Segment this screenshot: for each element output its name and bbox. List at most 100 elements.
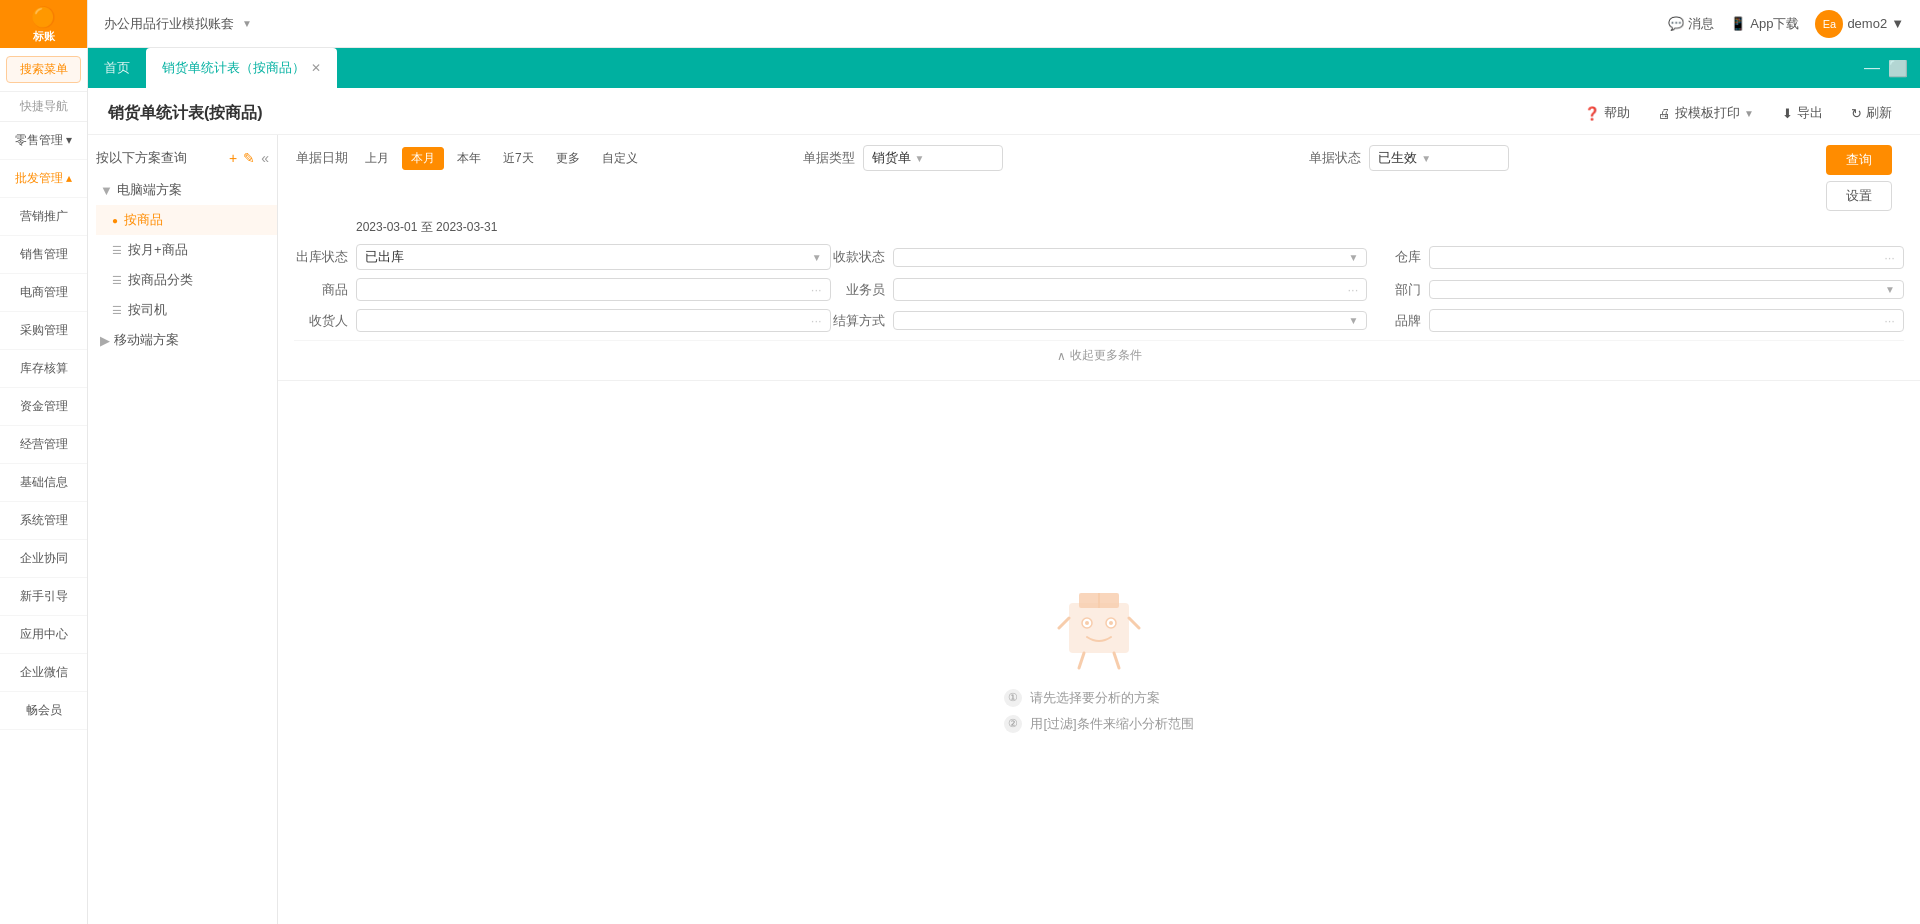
logo-icon: 🟠 [31,5,56,29]
receiver-dots: ··· [811,313,822,328]
window-maximize-button[interactable]: ⬜ [1888,59,1908,78]
action-buttons: 查询 设置 [1814,145,1904,211]
sidebar-item-sales[interactable]: 销售管理 [0,236,87,274]
receipt-status-select[interactable]: ▼ [893,248,1368,267]
search-menu-button[interactable]: 搜索菜单 [6,56,81,83]
out-status-select[interactable]: 已出库 ▼ [356,244,831,270]
doc-type-dropdown-icon: ▼ [915,153,925,164]
user-name: demo2 [1847,16,1887,31]
refresh-label: 刷新 [1866,104,1892,122]
sidebar-item-retail[interactable]: 零售管理 ▾ [0,122,87,160]
warehouse-select[interactable]: ··· [1429,246,1904,269]
add-scheme-button[interactable]: + [229,150,237,166]
scheme-label: 按司机 [128,301,167,319]
collapse-conditions-button[interactable]: ∧ 收起更多条件 [294,340,1904,370]
scheme-by-product-cat[interactable]: ☰ 按商品分类 [96,265,277,295]
date-tab-last-month[interactable]: 上月 [356,147,398,170]
brand-label: 品牌 [1367,312,1429,330]
window-minimize-button[interactable]: — [1864,59,1880,77]
sidebar-item-system[interactable]: 系统管理 [0,502,87,540]
sidebar-item-member[interactable]: 畅会员 [0,692,87,730]
scheme-by-product[interactable]: ● 按商品 [96,205,277,235]
message-label: 消息 [1688,15,1714,33]
sidebar-item-wholesale[interactable]: 批发管理 ▴ [0,160,87,198]
payment-select[interactable]: ▼ [893,311,1368,330]
row3: 商品 ··· 业务员 ··· [294,278,1904,301]
sidebar-item-finance[interactable]: 资金管理 [0,388,87,426]
tip1-text: 请先选择要分析的方案 [1030,689,1160,707]
sidebar-item-inventory[interactable]: 库存核算 [0,350,87,388]
sidebar-item-basic[interactable]: 基础信息 [0,464,87,502]
product-select[interactable]: ··· [356,278,831,301]
scheme-label: 按商品分类 [128,271,193,289]
refresh-button[interactable]: ↻ 刷新 [1843,100,1900,126]
salesperson-select[interactable]: ··· [893,278,1368,301]
print-button[interactable]: 🖨 按模板打印 ▼ [1650,100,1762,126]
query-button[interactable]: 查询 [1826,145,1892,175]
page-actions: ❓ 帮助 🖨 按模板打印 ▼ ⬇ 导出 ↻ 刷新 [1576,100,1900,126]
sidebar-item-appcenter[interactable]: 应用中心 [0,616,87,654]
empty-tip-1: ① 请先选择要分析的方案 [1004,689,1193,707]
breadcrumb-dropdown-icon[interactable]: ▼ [242,18,252,29]
settings-button[interactable]: 设置 [1826,181,1892,211]
sidebar-item-ecommerce[interactable]: 电商管理 [0,274,87,312]
date-tab-this-month[interactable]: 本月 [402,147,444,170]
date-tab-this-year[interactable]: 本年 [448,147,490,170]
collapse-panel-button[interactable]: « [261,150,269,166]
breadcrumb-text: 办公用品行业模拟账套 [104,15,234,33]
sidebar-item-wechat[interactable]: 企业微信 [0,654,87,692]
date-tab-more[interactable]: 更多 [547,147,589,170]
department-select[interactable]: ▼ [1429,280,1904,299]
empty-tip-2: ② 用[过滤]条件来缩小分析范围 [1004,715,1193,733]
sidebar-item-newbie[interactable]: 新手引导 [0,578,87,616]
app-download-button[interactable]: 📱 App下载 [1730,15,1799,33]
doc-status-value: 已生效 [1378,149,1417,167]
tab-sales-stat[interactable]: 销货单统计表（按商品） ✕ [146,48,337,88]
doc-type-select[interactable]: 销货单 ▼ [863,145,1003,171]
mobile-scheme-label: 移动端方案 [114,331,179,349]
scheme-icon: ● [112,215,118,226]
salesperson-label: 业务员 [831,281,893,299]
tip1-num: ① [1004,689,1022,707]
svg-rect-0 [1069,603,1129,653]
sidebar-item-enterprise[interactable]: 企业协同 [0,540,87,578]
out-status-value: 已出库 [365,248,808,266]
edit-scheme-button[interactable]: ✎ [243,150,255,166]
brand-select[interactable]: ··· [1429,309,1904,332]
mobile-scheme-group-header[interactable]: ▶ 移动端方案 [88,325,277,355]
warehouse-cell: 仓库 ··· [1367,246,1904,269]
sidebar-item-marketing[interactable]: 营销推广 [0,198,87,236]
receiver-select[interactable]: ··· [356,309,831,332]
scheme-icon: ☰ [112,274,122,287]
product-dots: ··· [811,282,822,297]
quick-nav-label[interactable]: 快捷导航 [0,92,87,122]
tab-home[interactable]: 首页 [88,48,146,88]
doc-status-cell: 单据状态 已生效 ▼ [1307,145,1814,171]
doc-type-cell: 单据类型 销货单 ▼ [801,145,1308,171]
tab-bar: 首页 销货单统计表（按商品） ✕ — ⬜ [88,48,1920,88]
warehouse-dots: ··· [1884,250,1895,265]
message-button[interactable]: 💬 消息 [1668,15,1714,33]
left-panel-action-icons: + ✎ « [229,150,269,166]
date-tab-7days[interactable]: 近7天 [494,147,543,170]
sidebar-item-operations[interactable]: 经营管理 [0,426,87,464]
out-status-cell: 出库状态 已出库 ▼ [294,244,831,270]
export-button[interactable]: ⬇ 导出 [1774,100,1831,126]
salesperson-cell: 业务员 ··· [831,278,1368,301]
pc-scheme-group: ▼ 电脑端方案 ● 按商品 ☰ 按月+商品 ☰ [88,175,277,325]
pc-scheme-group-header[interactable]: ▼ 电脑端方案 [88,175,277,205]
scheme-by-month-product[interactable]: ☰ 按月+商品 [96,235,277,265]
help-button[interactable]: ❓ 帮助 [1576,100,1638,126]
tab-close-icon[interactable]: ✕ [311,61,321,75]
date-range-text: 2023-03-01 至 2023-03-31 [356,219,497,236]
tab-home-label: 首页 [104,59,130,77]
user-menu[interactable]: Ea demo2 ▼ [1815,10,1904,38]
user-avatar: Ea [1815,10,1843,38]
payment-arrow: ▼ [1348,315,1358,326]
sidebar-item-purchase[interactable]: 采购管理 [0,312,87,350]
print-dropdown-icon[interactable]: ▼ [1744,108,1754,119]
scheme-by-cashier[interactable]: ☰ 按司机 [96,295,277,325]
doc-status-select[interactable]: 已生效 ▼ [1369,145,1509,171]
date-range-row: 2023-03-01 至 2023-03-31 [294,219,1904,236]
date-tab-custom[interactable]: 自定义 [593,147,647,170]
